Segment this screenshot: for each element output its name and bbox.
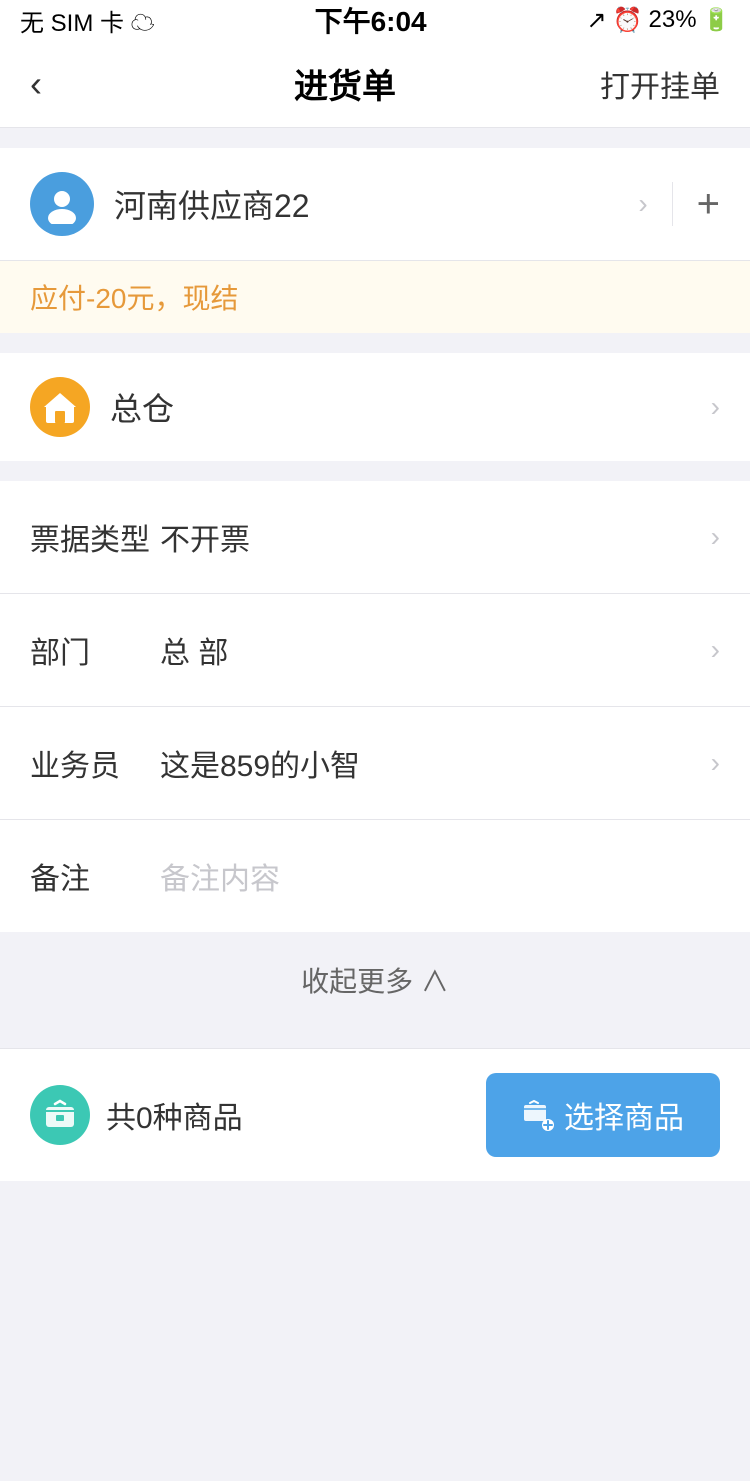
invoice-type-row[interactable]: 票据类型 不开票 › bbox=[0, 481, 750, 593]
open-pending-button[interactable]: 打开挂单 bbox=[600, 62, 720, 106]
chevron-right-icon: › bbox=[638, 188, 647, 220]
select-goods-icon bbox=[522, 1099, 554, 1131]
salesperson-row[interactable]: 业务员 这是859的小智 › bbox=[0, 706, 750, 819]
department-chevron-icon: › bbox=[711, 634, 720, 666]
department-label: 部门 bbox=[30, 628, 160, 672]
add-button[interactable]: + bbox=[697, 184, 720, 224]
section-gap-2 bbox=[0, 333, 750, 353]
select-goods-button[interactable]: 选择商品 bbox=[486, 1073, 720, 1157]
no-sim-label: 无 SIM 卡 ☁ bbox=[20, 3, 155, 38]
warehouse-name: 总仓 bbox=[110, 384, 711, 430]
salesperson-chevron-icon: › bbox=[711, 747, 720, 779]
warehouse-icon-wrap bbox=[30, 377, 90, 437]
goods-count: 共0种商品 bbox=[106, 1093, 243, 1137]
page-title: 进货单 bbox=[294, 59, 396, 108]
section-gap-3 bbox=[0, 461, 750, 481]
goods-info: 共0种商品 bbox=[30, 1085, 243, 1145]
salesperson-value: 这是859的小智 bbox=[160, 741, 711, 785]
location-icon: ↗ bbox=[587, 6, 607, 35]
status-time: 下午6:04 bbox=[315, 0, 427, 40]
user-icon bbox=[42, 184, 82, 224]
page-fill bbox=[0, 1181, 750, 1481]
warehouse-row[interactable]: 总仓 › bbox=[0, 353, 750, 461]
department-row[interactable]: 部门 总 部 › bbox=[0, 593, 750, 706]
goods-icon-wrap bbox=[30, 1085, 90, 1145]
invoice-type-label: 票据类型 bbox=[30, 515, 160, 559]
nav-bar: ‹ 进货单 打开挂单 bbox=[0, 40, 750, 128]
status-right: ↗ ⏰ 23% 🔋 bbox=[587, 6, 730, 35]
remark-input[interactable]: 备注内容 bbox=[160, 854, 720, 898]
battery-label: 23% bbox=[649, 6, 697, 34]
vertical-divider bbox=[672, 182, 673, 226]
select-goods-label: 选择商品 bbox=[564, 1093, 684, 1137]
back-button[interactable]: ‹ bbox=[30, 63, 90, 105]
warehouse-chevron-icon: › bbox=[711, 391, 720, 423]
alarm-icon: ⏰ bbox=[613, 6, 643, 35]
remark-label: 备注 bbox=[30, 854, 160, 898]
goods-icon bbox=[42, 1097, 78, 1133]
status-bar: 无 SIM 卡 ☁ 下午6:04 ↗ ⏰ 23% 🔋 bbox=[0, 0, 750, 40]
bottom-bar: 共0种商品 选择商品 bbox=[0, 1048, 750, 1181]
warehouse-section: 总仓 › bbox=[0, 353, 750, 461]
status-left: 无 SIM 卡 ☁ bbox=[20, 3, 155, 38]
supplier-name: 河南供应商22 bbox=[114, 181, 638, 227]
form-section: 票据类型 不开票 › 部门 总 部 › 业务员 这是859的小智 › 备注 备注… bbox=[0, 481, 750, 932]
collapse-button[interactable]: 收起更多 ∧ bbox=[0, 932, 750, 1028]
remark-row[interactable]: 备注 备注内容 bbox=[0, 819, 750, 932]
battery-icon: 🔋 bbox=[703, 7, 730, 33]
warehouse-icon bbox=[42, 389, 78, 425]
section-gap-1 bbox=[0, 128, 750, 148]
department-value: 总 部 bbox=[160, 628, 711, 672]
invoice-type-chevron-icon: › bbox=[711, 521, 720, 553]
notice-banner: 应付-20元，现结 bbox=[0, 261, 750, 333]
supplier-section: 河南供应商22 › + 应付-20元，现结 bbox=[0, 148, 750, 333]
supplier-avatar bbox=[30, 172, 94, 236]
supplier-row[interactable]: 河南供应商22 › + bbox=[0, 148, 750, 261]
salesperson-label: 业务员 bbox=[30, 741, 160, 785]
invoice-type-value: 不开票 bbox=[160, 515, 711, 559]
